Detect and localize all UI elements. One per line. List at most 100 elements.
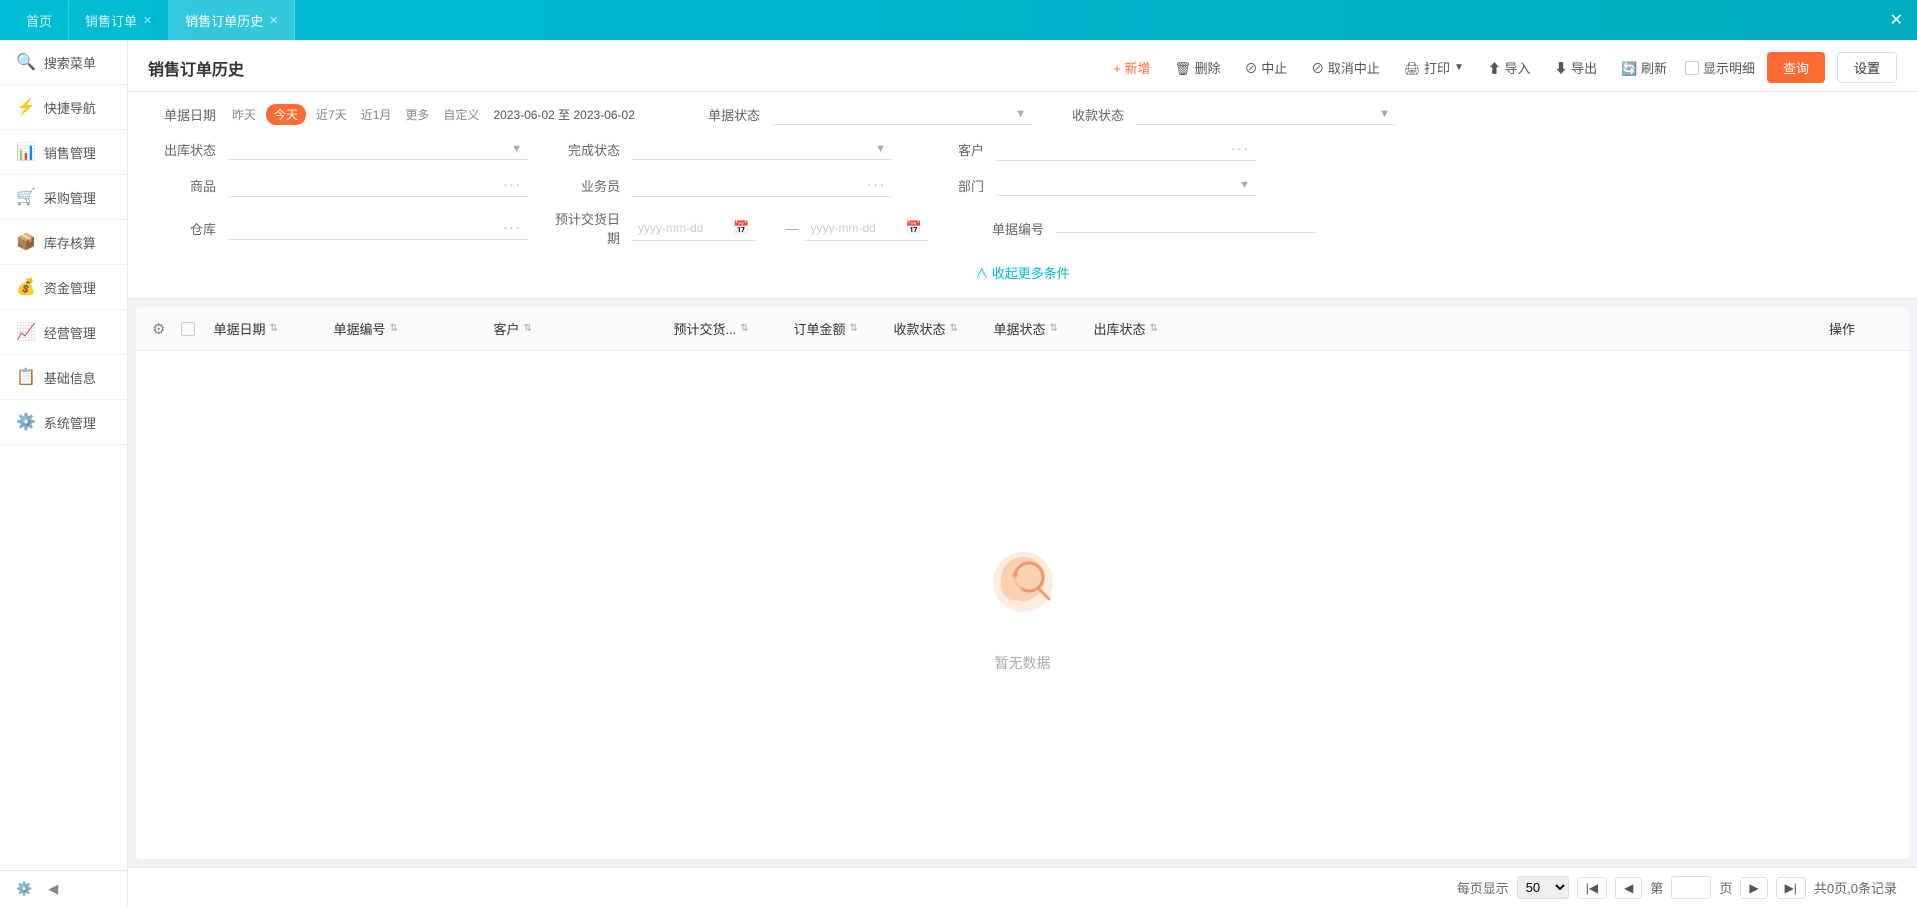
th-delivery-date[interactable]: 预计交货... ⇅ xyxy=(665,319,785,338)
out-status-select[interactable]: ▼ xyxy=(228,139,528,160)
page-size-select[interactable]: 50 100 200 xyxy=(1517,876,1569,899)
th-customer[interactable]: 客户 ⇅ xyxy=(485,319,665,338)
sidebar-item-basic[interactable]: 📋 基础信息 xyxy=(0,355,127,400)
goods-label: 商品 xyxy=(148,176,228,195)
export-button[interactable]: ⬇ 导出 xyxy=(1549,54,1604,81)
display-detail-checkbox[interactable] xyxy=(1685,61,1699,75)
prev-page-button[interactable]: ◀ xyxy=(1615,877,1642,899)
cancel-stop-button[interactable]: ⊘ 取消中止 xyxy=(1305,54,1386,81)
sidebar-bottom: ⚙️ ◀ xyxy=(0,870,127,907)
total-records: 共0页,0条记录 xyxy=(1814,878,1897,897)
th-checkbox[interactable] xyxy=(173,322,205,336)
sidebar-item-sales-label: 销售管理 xyxy=(44,143,96,162)
doc-status-select[interactable]: ▼ xyxy=(772,104,1032,125)
doc-no-input[interactable] xyxy=(1056,224,1316,233)
date-option-more[interactable]: 更多 xyxy=(401,105,433,124)
complete-status-select[interactable]: ▼ xyxy=(632,139,892,160)
sort-payment-icon: ⇅ xyxy=(949,323,957,334)
delivery-date-end[interactable]: yyyy-mm-dd 📅 xyxy=(805,216,929,241)
close-tab-sales-order[interactable]: ✕ xyxy=(143,14,152,27)
salesperson-input[interactable]: ··· xyxy=(632,173,892,197)
payment-status-select[interactable]: ▼ xyxy=(1136,104,1396,125)
sidebar-item-quicknav-label: 快捷导航 xyxy=(44,98,96,117)
sidebar: 🔍 搜索菜单 ⚡ 快捷导航 📊 销售管理 🛒 采购管理 📦 库存核算 💰 资金管… xyxy=(0,40,128,907)
sort-doc-status-icon: ⇅ xyxy=(1049,323,1057,334)
finance-icon: 💰 xyxy=(16,277,36,297)
content-area: 销售订单历史 + 新增 🗑 删除 ⊘ 中止 ⊘ 取消中止 🖨 打印 ▼ xyxy=(128,40,1917,907)
next-page-button[interactable]: ▶ xyxy=(1740,877,1767,899)
th-doc-date[interactable]: 单据日期 ⇅ xyxy=(205,319,325,338)
tab-sales-order[interactable]: 销售订单 ✕ xyxy=(69,0,169,40)
settings-gear-icon[interactable]: ⚙ xyxy=(152,320,165,338)
date-option-7days[interactable]: 近7天 xyxy=(312,105,351,124)
sidebar-item-finance[interactable]: 💰 资金管理 xyxy=(0,265,127,310)
sidebar-collapse-icon[interactable]: ◀ xyxy=(48,881,58,897)
date-option-today[interactable]: 今天 xyxy=(266,104,306,125)
sidebar-item-system[interactable]: ⚙️ 系统管理 xyxy=(0,400,127,445)
th-settings[interactable]: ⚙ xyxy=(144,320,173,338)
th-order-amount[interactable]: 订单金额 ⇅ xyxy=(785,319,885,338)
warehouse-label: 仓库 xyxy=(148,219,228,238)
date-option-yesterday[interactable]: 昨天 xyxy=(228,105,260,124)
calendar-start-icon[interactable]: 📅 xyxy=(733,220,749,236)
complete-status-label: 完成状态 xyxy=(552,140,632,159)
th-doc-no[interactable]: 单据编号 ⇅ xyxy=(325,319,485,338)
tab-sales-order-history[interactable]: 销售订单历史 ✕ xyxy=(169,0,295,40)
close-tab-sales-order-history[interactable]: ✕ xyxy=(269,14,278,27)
page-header: 销售订单历史 + 新增 🗑 删除 ⊘ 中止 ⊘ 取消中止 🖨 打印 ▼ xyxy=(128,40,1917,92)
th-out-status[interactable]: 出库状态 ⇅ xyxy=(1085,319,1821,338)
last-page-button[interactable]: ▶| xyxy=(1776,877,1806,899)
date-range-separator: — xyxy=(786,221,799,236)
delivery-date-start[interactable]: yyyy-mm-dd 📅 xyxy=(632,216,756,241)
table-container: ⚙ 单据日期 ⇅ 单据编号 ⇅ 客户 ⇅ 预计交货... xyxy=(136,307,1909,859)
tab-home[interactable]: 首页 xyxy=(10,0,69,40)
query-button[interactable]: 查询 xyxy=(1767,52,1825,83)
department-select[interactable]: ▼ xyxy=(996,175,1256,196)
sidebar-item-operation[interactable]: 📈 经营管理 xyxy=(0,310,127,355)
sidebar-item-sales[interactable]: 📊 销售管理 xyxy=(0,130,127,175)
collapse-label: ∧ 收起更多条件 xyxy=(975,263,1070,282)
date-option-1month[interactable]: 近1月 xyxy=(357,105,396,124)
quicknav-icon: ⚡ xyxy=(16,97,36,117)
calendar-end-icon[interactable]: 📅 xyxy=(906,220,922,236)
select-all-checkbox[interactable] xyxy=(181,322,195,336)
sidebar-item-inventory[interactable]: 📦 库存核算 xyxy=(0,220,127,265)
filter-row-2: 出库状态 ▼ 完成状态 ▼ 客户 ··· xyxy=(148,137,1897,161)
goods-input[interactable]: ··· xyxy=(228,173,528,197)
stop-button[interactable]: ⊘ 中止 xyxy=(1239,54,1294,81)
refresh-button[interactable]: 🔄 刷新 xyxy=(1615,54,1673,81)
sidebar-item-purchase[interactable]: 🛒 采购管理 xyxy=(0,175,127,220)
warehouse-input[interactable]: ··· xyxy=(228,216,528,240)
doc-no-label: 单据编号 xyxy=(976,219,1056,238)
new-button[interactable]: + 新增 xyxy=(1107,54,1156,81)
sidebar-item-quicknav[interactable]: ⚡ 快捷导航 xyxy=(0,85,127,130)
department-label: 部门 xyxy=(916,176,996,195)
th-doc-status[interactable]: 单据状态 ⇅ xyxy=(985,319,1085,338)
inventory-icon: 📦 xyxy=(16,232,36,252)
sort-doc-no-icon: ⇅ xyxy=(389,323,397,334)
filter-row-1: 单据日期 昨天 今天 近7天 近1月 更多 自定义 2023-06-02 至 2… xyxy=(148,104,1897,125)
doc-status-dropdown-icon: ▼ xyxy=(1015,108,1026,120)
search-icon: 🔍 xyxy=(16,52,36,72)
window-close-button[interactable]: ✕ xyxy=(1886,6,1907,34)
collapse-filter-row[interactable]: ∧ 收起更多条件 xyxy=(148,259,1897,286)
sidebar-settings-icon[interactable]: ⚙️ xyxy=(16,881,32,897)
setting-button[interactable]: 设置 xyxy=(1837,52,1897,83)
table-header: ⚙ 单据日期 ⇅ 单据编号 ⇅ 客户 ⇅ 预计交货... xyxy=(136,307,1909,351)
display-detail-toggle[interactable]: 显示明细 xyxy=(1685,58,1755,77)
delivery-date-start-placeholder: yyyy-mm-dd xyxy=(638,221,703,235)
th-payment-status[interactable]: 收款状态 ⇅ xyxy=(885,319,985,338)
print-button[interactable]: 🖨 打印 ▼ xyxy=(1398,54,1470,81)
page-number-input[interactable]: 1 xyxy=(1671,876,1711,899)
sidebar-item-finance-label: 资金管理 xyxy=(44,278,96,297)
empty-text: 暂无数据 xyxy=(995,653,1051,673)
customer-input[interactable]: ··· xyxy=(996,137,1256,161)
import-button[interactable]: ⬆ 导入 xyxy=(1482,54,1537,81)
delete-button[interactable]: 🗑 删除 xyxy=(1168,54,1226,81)
empty-illustration xyxy=(973,537,1073,637)
sidebar-item-search[interactable]: 🔍 搜索菜单 xyxy=(0,40,127,85)
page-label-suffix: 页 xyxy=(1719,878,1732,897)
date-option-custom[interactable]: 自定义 xyxy=(439,105,483,124)
first-page-button[interactable]: |◀ xyxy=(1577,877,1607,899)
basic-icon: 📋 xyxy=(16,367,36,387)
